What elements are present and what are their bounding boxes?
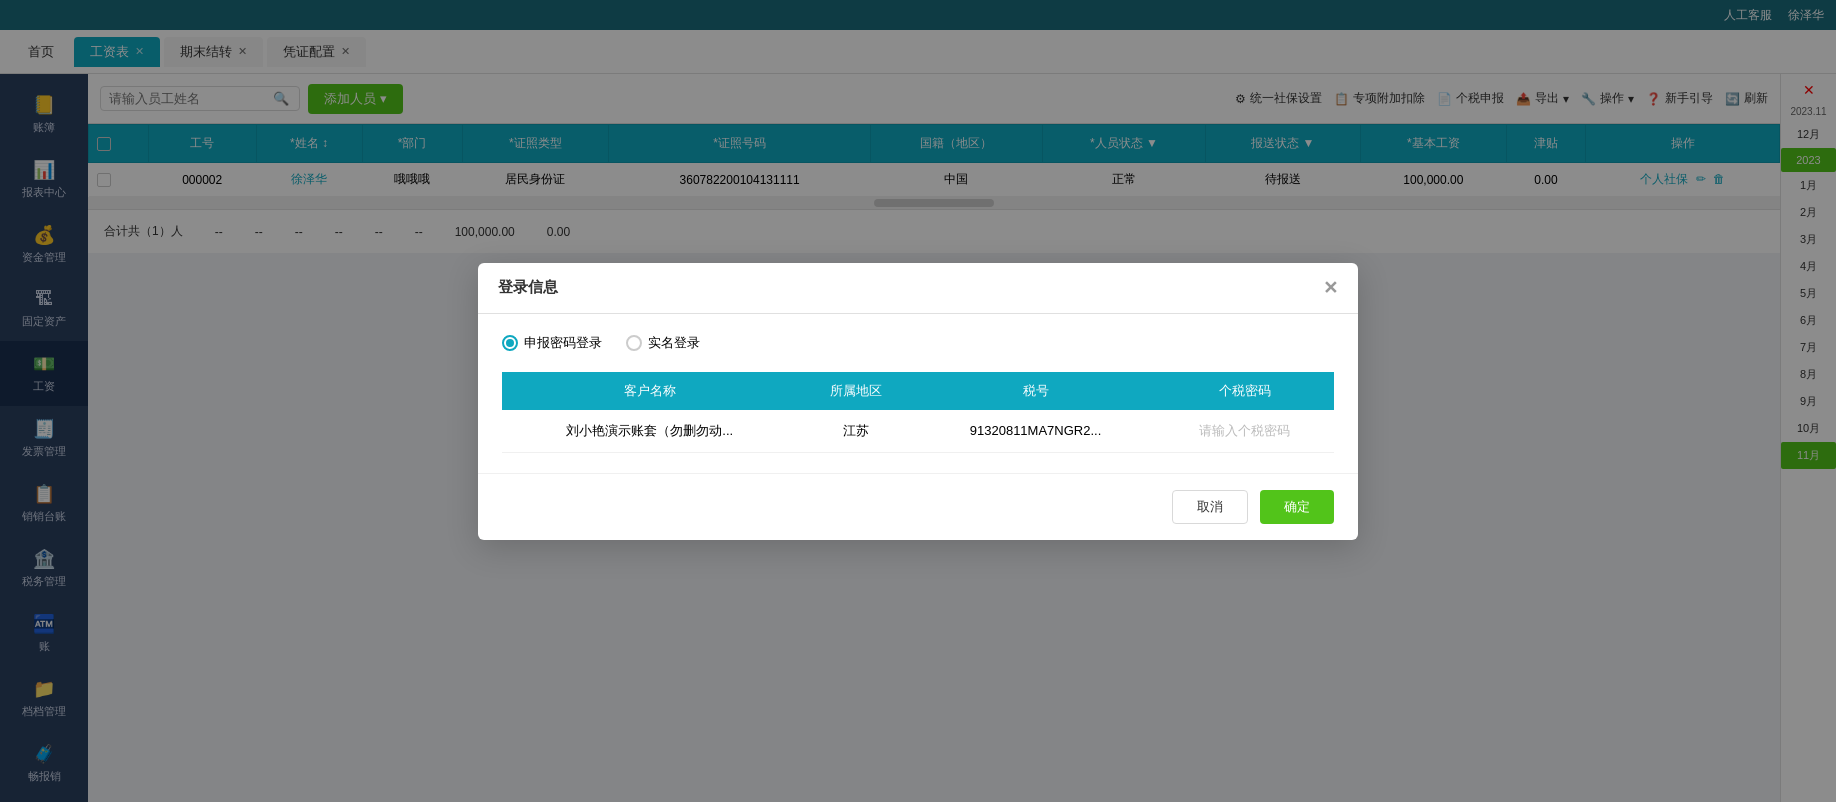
login-table-row: 刘小艳演示账套（勿删勿动... 江苏 91320811MA7NGR2... 请输…	[502, 410, 1334, 453]
tax-id-cell: 91320811MA7NGR2...	[915, 410, 1156, 453]
client-name-cell: 刘小艳演示账套（勿删勿动...	[502, 410, 797, 453]
inner-col-client-name: 客户名称	[502, 372, 797, 410]
radio-password-circle	[502, 335, 518, 351]
radio-realname-label: 实名登录	[648, 334, 700, 352]
cancel-button[interactable]: 取消	[1172, 490, 1248, 524]
modal-header: 登录信息 ✕	[478, 263, 1358, 314]
radio-realname-circle	[626, 335, 642, 351]
modal-overlay: 登录信息 ✕ 申报密码登录 实名登录	[0, 0, 1836, 802]
radio-password-label: 申报密码登录	[524, 334, 602, 352]
tax-password-cell[interactable]: 请输入个税密码	[1156, 410, 1334, 453]
inner-col-tax-id: 税号	[915, 372, 1156, 410]
confirm-button[interactable]: 确定	[1260, 490, 1334, 524]
app-container: 人工客服 徐泽华 首页 工资表 ✕ 期末结转 ✕ 凭证配置 ✕ 📒 账簿	[0, 0, 1836, 802]
modal-body: 申报密码登录 实名登录 客户名称 所属地区 税号 个税密码	[478, 314, 1358, 473]
modal-title: 登录信息	[498, 278, 558, 297]
login-modal: 登录信息 ✕ 申报密码登录 实名登录	[478, 263, 1358, 540]
region-cell: 江苏	[797, 410, 915, 453]
login-info-table: 客户名称 所属地区 税号 个税密码 刘小艳演示账套（勿删勿动... 江苏 913…	[502, 372, 1334, 453]
modal-close-button[interactable]: ✕	[1323, 277, 1338, 299]
inner-col-region: 所属地区	[797, 372, 915, 410]
radio-realname[interactable]: 实名登录	[626, 334, 700, 352]
inner-col-tax-password: 个税密码	[1156, 372, 1334, 410]
radio-password[interactable]: 申报密码登录	[502, 334, 602, 352]
modal-footer: 取消 确定	[478, 473, 1358, 540]
login-type-radio-group: 申报密码登录 实名登录	[502, 334, 1334, 352]
